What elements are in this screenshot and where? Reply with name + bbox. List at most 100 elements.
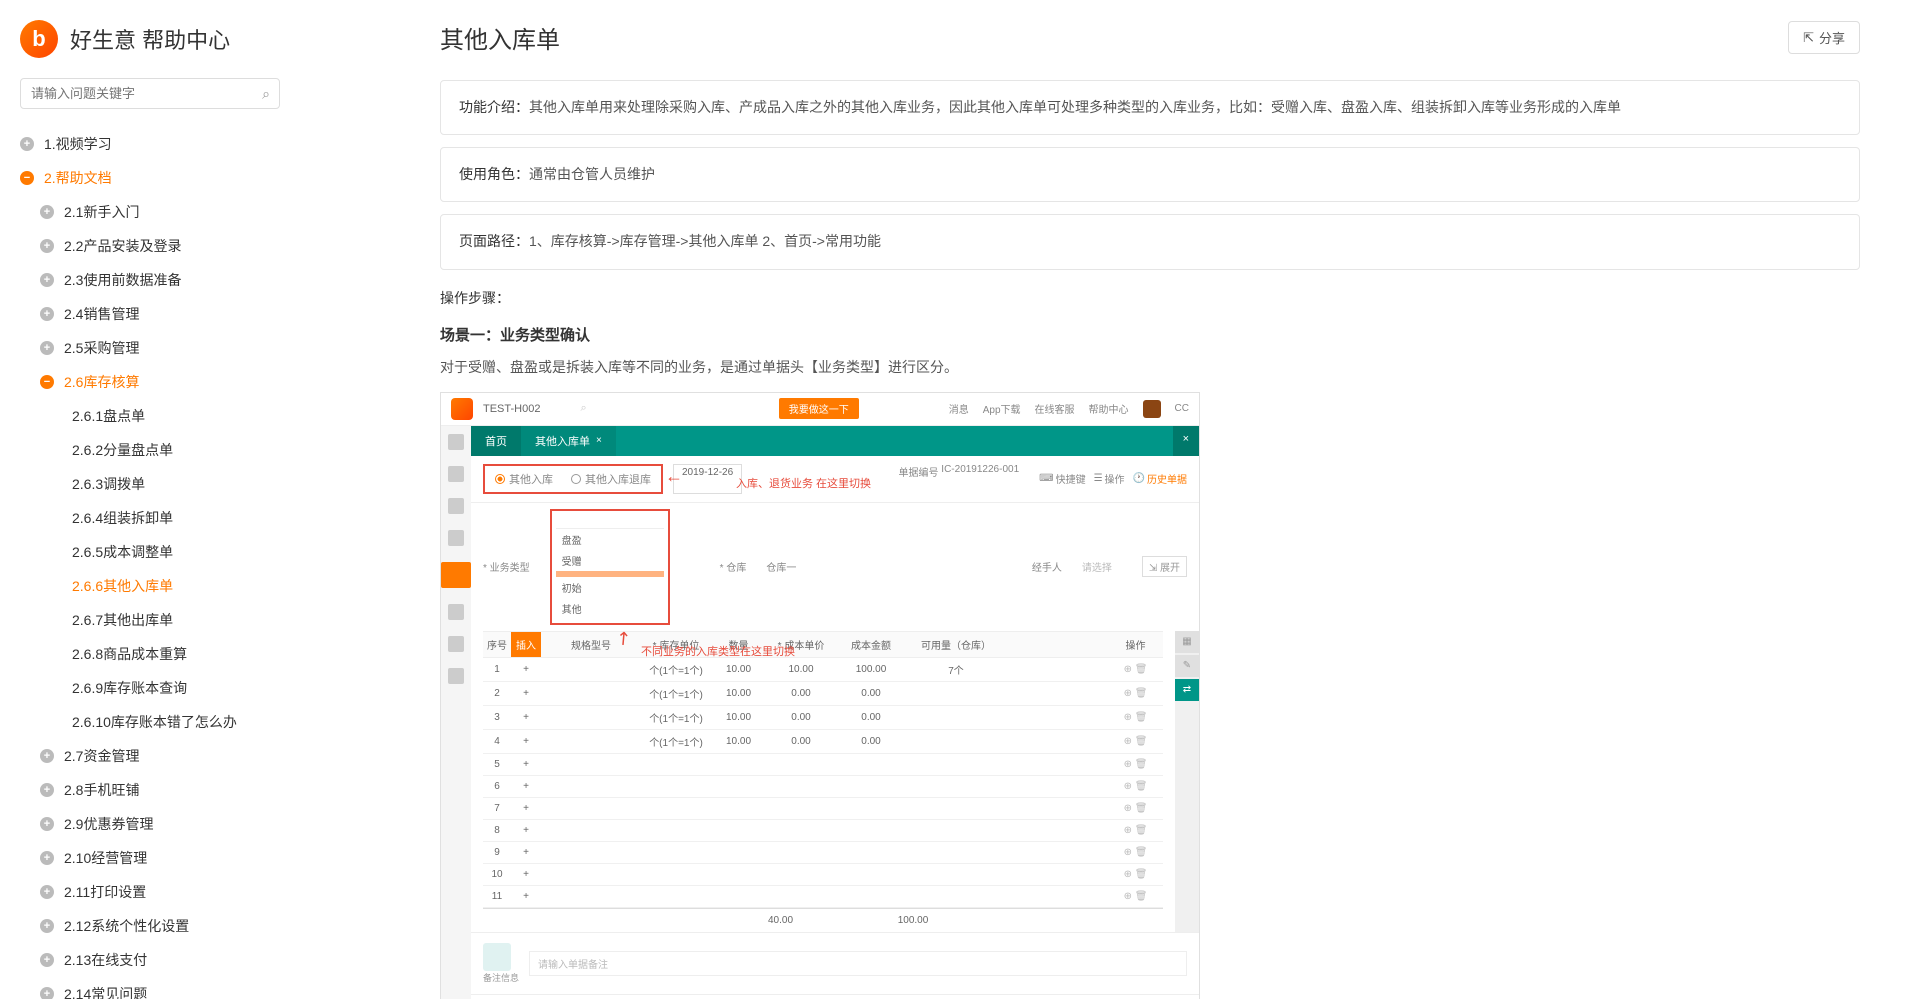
ss-th: 成本金额 bbox=[836, 632, 906, 657]
ss-footer: 放弃 保存草稿 保存 ▾ bbox=[471, 994, 1199, 999]
nav-item[interactable]: 2.9优惠券管理 bbox=[20, 807, 300, 841]
ss-tabs: 首页 其他入库单× × bbox=[471, 426, 1199, 456]
ss-leftnav bbox=[441, 426, 471, 999]
search-input[interactable] bbox=[20, 78, 280, 109]
nav-label: 2.帮助文档 bbox=[44, 168, 112, 188]
nav-label: 2.6.5成本调整单 bbox=[72, 542, 173, 562]
dropdown-option: 初始 bbox=[556, 577, 664, 598]
intro-text: 其他入库单用来处理除采购入库、产成品入库之外的其他入库业务，因此其他入库单可处理… bbox=[529, 99, 1621, 115]
nav-item[interactable]: 2.11打印设置 bbox=[20, 875, 300, 909]
minus-icon bbox=[40, 375, 54, 389]
nav-label: 2.6.10库存账本错了怎么办 bbox=[72, 712, 237, 732]
nav-item[interactable]: 1.视频学习 bbox=[20, 127, 300, 161]
main-content: 其他入库单 ⇱分享 功能介绍：其他入库单用来处理除采购入库、产成品入库之外的其他… bbox=[300, 0, 1920, 999]
plus-icon bbox=[40, 885, 54, 899]
role-text: 通常由仓管人员维护 bbox=[529, 166, 655, 182]
share-label: 分享 bbox=[1819, 28, 1845, 47]
nav-item[interactable]: 2.6.8商品成本重算 bbox=[20, 637, 300, 671]
table-row-empty: 11+⊕ 🗑 bbox=[483, 886, 1163, 908]
nav-label: 2.5采购管理 bbox=[64, 338, 139, 358]
nav-item[interactable]: 2.6.1盘点单 bbox=[20, 399, 300, 433]
ss-radio-in: 其他入库 bbox=[495, 471, 553, 487]
nav-item[interactable]: 2.帮助文档 bbox=[20, 161, 300, 195]
steps-label: 操作步骤： bbox=[440, 288, 1860, 308]
ss-nav-icon bbox=[448, 530, 464, 546]
table-row-empty: 10+⊕ 🗑 bbox=[483, 864, 1163, 886]
ss-tab-close-all: × bbox=[1173, 426, 1199, 456]
ss-field-wh-val: 仓库一 bbox=[766, 559, 796, 574]
minus-icon bbox=[20, 171, 34, 185]
nav-item[interactable]: 2.6.3调拨单 bbox=[20, 467, 300, 501]
nav-item[interactable]: 2.6.7其他出库单 bbox=[20, 603, 300, 637]
plus-icon bbox=[40, 205, 54, 219]
ss-nav-icon bbox=[448, 498, 464, 514]
ss-th: 可用量（仓库） bbox=[906, 632, 1006, 657]
ss-tab-active: 其他入库单× bbox=[521, 426, 616, 456]
ss-radio-label: 其他入库退库 bbox=[585, 471, 651, 487]
nav-item[interactable]: 2.8手机旺铺 bbox=[20, 773, 300, 807]
nav-item[interactable]: 2.6.5成本调整单 bbox=[20, 535, 300, 569]
nav-label: 2.2产品安装及登录 bbox=[64, 236, 181, 256]
plus-icon bbox=[20, 137, 34, 151]
arrow-icon: ← bbox=[665, 466, 683, 487]
nav-label: 1.视频学习 bbox=[44, 134, 112, 154]
nav-item[interactable]: 2.6.9库存账本查询 bbox=[20, 671, 300, 705]
ss-date: 2019-12-26 bbox=[673, 464, 742, 494]
ss-th-insert: 插入 bbox=[511, 632, 541, 657]
nav-label: 2.6.7其他出库单 bbox=[72, 610, 173, 630]
table-row: 1+个(1个=1个)10.0010.00100.007个⊕ 🗑 bbox=[483, 658, 1163, 682]
scenario-1-desc: 对于受赠、盘盈或是拆装入库等不同的业务，是通过单据头【业务类型】进行区分。 bbox=[440, 355, 1860, 380]
dropdown-option: 受赠 bbox=[556, 550, 664, 571]
plus-icon bbox=[40, 273, 54, 287]
nav-item[interactable]: 2.6库存核算 bbox=[20, 365, 300, 399]
ss-tab-home: 首页 bbox=[471, 426, 521, 456]
table-row: 2+个(1个=1个)10.000.000.00⊕ 🗑 bbox=[483, 682, 1163, 706]
ss-link-msg: 消息 bbox=[949, 401, 969, 416]
nav-item[interactable]: 2.10经营管理 bbox=[20, 841, 300, 875]
nav-item[interactable]: 2.12系统个性化设置 bbox=[20, 909, 300, 943]
dropdown-option: 其他 bbox=[556, 598, 664, 619]
nav-label: 2.7资金管理 bbox=[64, 746, 139, 766]
ss-search-placeholder: ⌕ bbox=[580, 402, 586, 415]
ss-field-person-label: 经手人 bbox=[1032, 559, 1062, 574]
nav-item[interactable]: 2.7资金管理 bbox=[20, 739, 300, 773]
nav-item[interactable]: 2.14常见问题 bbox=[20, 977, 300, 999]
path-label: 页面路径： bbox=[459, 233, 529, 249]
nav-label: 2.6.2分量盘点单 bbox=[72, 440, 173, 460]
table-row: 3+个(1个=1个)10.000.000.00⊕ 🗑 bbox=[483, 706, 1163, 730]
ss-expand-btn: ⇲ 展开 bbox=[1142, 556, 1187, 577]
share-button[interactable]: ⇱ 分享 bbox=[1788, 21, 1860, 54]
nav-item[interactable]: 2.2产品安装及登录 bbox=[20, 229, 300, 263]
plus-icon bbox=[40, 953, 54, 967]
share-icon: ⇱ bbox=[1803, 30, 1814, 46]
plus-icon bbox=[40, 919, 54, 933]
ss-total-qty: 40.00 bbox=[753, 915, 808, 926]
site-logo-row: b 好生意 帮助中心 bbox=[20, 20, 300, 58]
ss-nav-icon bbox=[448, 434, 464, 450]
scenario-1-title: 场景一：业务类型确认 bbox=[440, 324, 1860, 345]
nav-item[interactable]: 2.6.10库存账本错了怎么办 bbox=[20, 705, 300, 739]
nav-item[interactable]: 2.6.4组装拆卸单 bbox=[20, 501, 300, 535]
ss-radio-return: 其他入库退库 bbox=[571, 471, 651, 487]
nav-label: 2.4销售管理 bbox=[64, 304, 139, 324]
search-icon[interactable]: ⌕ bbox=[262, 85, 270, 102]
path-text: 1、库存核算->库存管理->其他入库单 2、首页->常用功能 bbox=[529, 233, 881, 249]
ss-topbar: TEST-H002 ⌕ 我要做这一下 消息 App下载 在线客服 帮助中心 CC bbox=[441, 393, 1199, 426]
ss-tool-shortcut: ⌨ 快捷键 bbox=[1039, 471, 1085, 486]
nav-item[interactable]: 2.6.2分量盘点单 bbox=[20, 433, 300, 467]
radio-checked-icon bbox=[495, 474, 505, 484]
nav-item[interactable]: 2.4销售管理 bbox=[20, 297, 300, 331]
close-icon: × bbox=[596, 435, 602, 446]
ss-right-toolbar: ▦ ✎ ⇄ bbox=[1175, 631, 1199, 932]
nav-item[interactable]: 2.3使用前数据准备 bbox=[20, 263, 300, 297]
nav-item[interactable]: 2.13在线支付 bbox=[20, 943, 300, 977]
nav-item[interactable]: 2.1新手入门 bbox=[20, 195, 300, 229]
nav-item[interactable]: 2.6.6其他入库单 bbox=[20, 569, 300, 603]
nav-item[interactable]: 2.5采购管理 bbox=[20, 331, 300, 365]
remark-icon bbox=[483, 943, 511, 971]
ss-docno-label: 单据编号 bbox=[899, 464, 939, 494]
ss-rb-icon: ✎ bbox=[1175, 655, 1199, 677]
intro-card: 功能介绍：其他入库单用来处理除采购入库、产成品入库之外的其他入库业务，因此其他入… bbox=[440, 80, 1860, 135]
ss-link-app: App下载 bbox=[983, 401, 1021, 416]
ss-account-name: TEST-H002 bbox=[483, 403, 540, 415]
